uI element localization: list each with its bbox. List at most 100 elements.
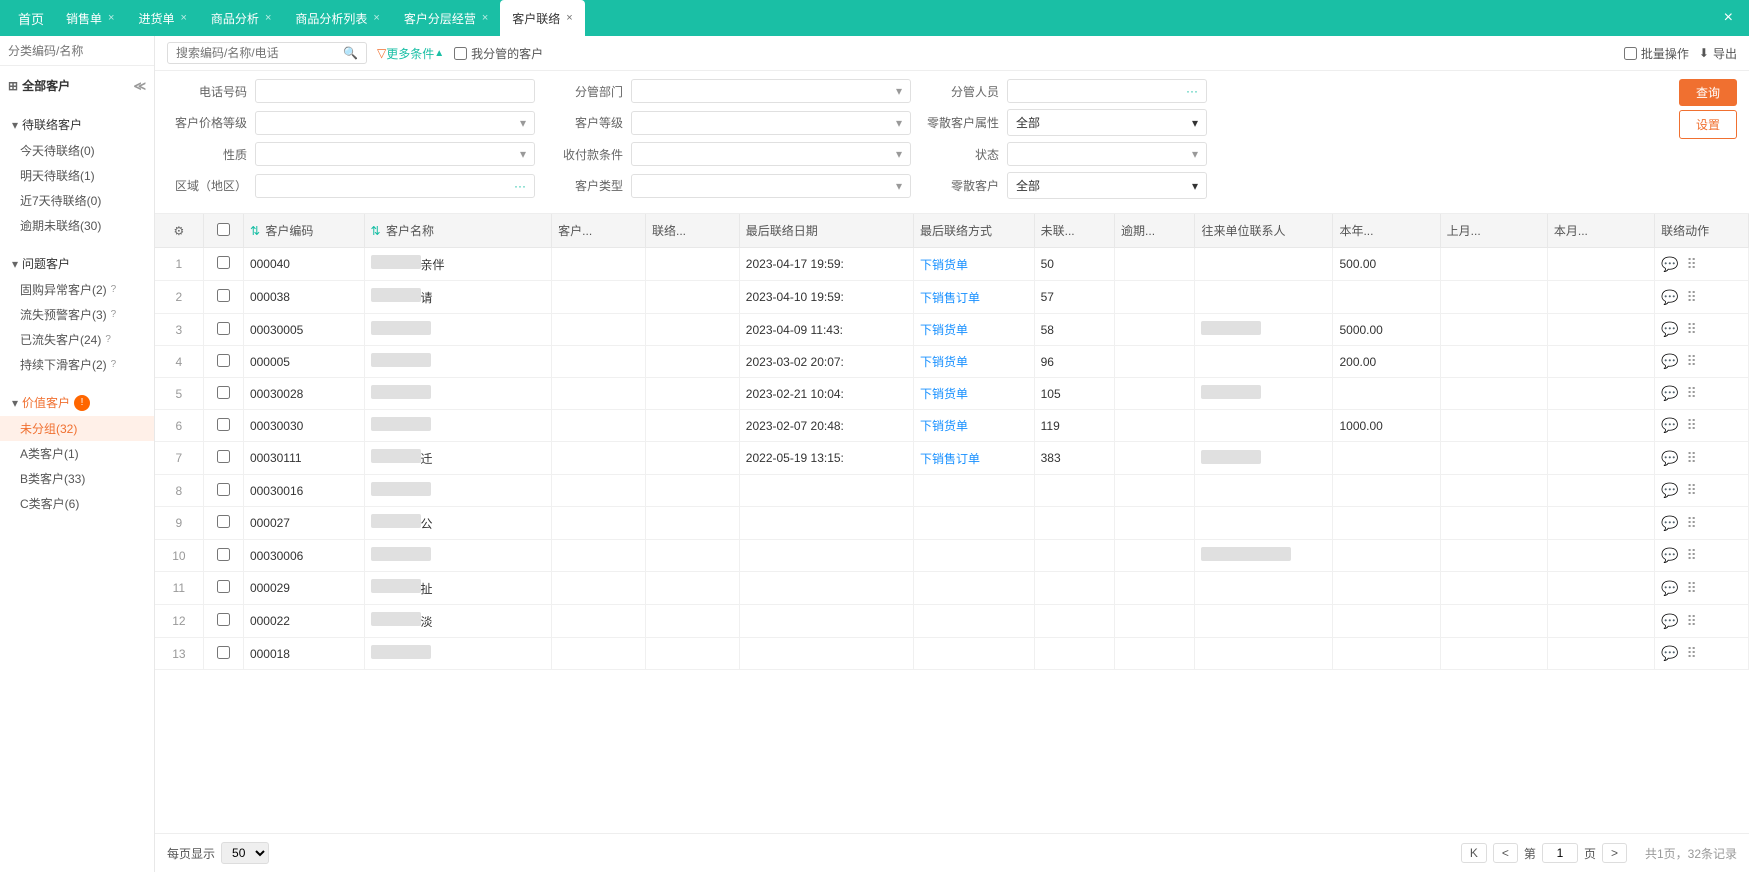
th-overdue[interactable]: 逾期... [1115,214,1195,248]
last-method-link[interactable]: 下销售订单 [920,452,980,466]
th-uncontact[interactable]: 未联... [1034,214,1114,248]
more-actions-icon[interactable]: ⠿ [1687,353,1697,370]
row-checkbox[interactable] [217,256,230,269]
sidebar-class-c[interactable]: C类客户(6) [0,491,154,516]
nav-home[interactable]: 首页 [8,0,54,36]
filter-search-icon[interactable]: 🔍 [343,46,358,60]
row-checkbox[interactable] [217,613,230,626]
sidebar-search-input[interactable] [8,44,155,58]
row-checkbox[interactable] [217,483,230,496]
row-checkbox[interactable] [217,289,230,302]
manager-select[interactable]: ··· [1007,79,1207,103]
more-actions-icon[interactable]: ⠿ [1687,482,1697,499]
sidebar-problem-header[interactable]: ▾ 问题客户 [0,250,154,277]
contact-phone-icon[interactable]: 💬 [1661,515,1678,532]
close-segment-tab-icon[interactable]: × [482,12,488,24]
phone-input[interactable] [255,79,535,103]
row-checkbox[interactable] [217,322,230,335]
th-last-method[interactable]: 最后联络方式 [914,214,1035,248]
close-sales-tab-icon[interactable]: × [108,12,114,24]
status-select[interactable] [1007,142,1207,166]
batch-operation-button[interactable]: 批量操作 [1624,45,1689,62]
th-this-month[interactable]: 本月... [1547,214,1654,248]
gender-select[interactable] [255,142,535,166]
th-customer-name[interactable]: ⇅ 客户名称 [364,214,552,248]
sidebar-pending-header[interactable]: ▾ 待联络客户 [0,111,154,138]
contact-phone-icon[interactable]: 💬 [1661,580,1678,597]
more-actions-icon[interactable]: ⠿ [1687,256,1697,273]
th-contact[interactable]: 联络... [645,214,739,248]
sidebar-all-customers-header[interactable]: ⊞ 全部客户 ≪ [0,72,154,99]
filter-search-input[interactable] [176,46,343,60]
contact-phone-icon[interactable]: 💬 [1661,321,1678,338]
more-actions-icon[interactable]: ⠿ [1687,580,1697,597]
dept-select[interactable] [631,79,911,103]
contact-phone-icon[interactable]: 💬 [1661,385,1678,402]
th-last-date[interactable]: 最后联络日期 [739,214,913,248]
contact-phone-icon[interactable]: 💬 [1661,353,1678,370]
contact-phone-icon[interactable]: 💬 [1661,450,1678,467]
row-checkbox[interactable] [217,580,230,593]
price-level-select[interactable] [255,111,535,135]
next-page-button[interactable]: > [1602,843,1627,863]
more-actions-icon[interactable]: ⠿ [1687,645,1697,662]
select-all-checkbox[interactable] [217,223,230,236]
th-customer-code[interactable]: ⇅ 客户编码 [243,214,364,248]
sidebar-class-a[interactable]: A类客户(1) [0,441,154,466]
more-actions-icon[interactable]: ⠿ [1687,289,1697,306]
my-customers-checkbox[interactable] [454,47,467,60]
row-checkbox[interactable] [217,418,230,431]
contact-phone-icon[interactable]: 💬 [1661,547,1678,564]
th-last-month[interactable]: 上月... [1440,214,1547,248]
row-checkbox[interactable] [217,646,230,659]
batch-op-checkbox[interactable] [1624,47,1637,60]
row-checkbox[interactable] [217,354,230,367]
customer-type-select[interactable] [631,174,911,198]
window-close-button[interactable]: × [1716,9,1741,27]
customer-level-select[interactable] [631,111,911,135]
contact-phone-icon[interactable]: 💬 [1661,482,1678,499]
last-method-link[interactable]: 下销售订单 [920,291,980,305]
nav-tab-product-analysis[interactable]: 商品分析 × [199,0,283,36]
row-checkbox[interactable] [217,515,230,528]
first-page-button[interactable]: K [1461,843,1487,863]
more-actions-icon[interactable]: ⠿ [1687,547,1697,564]
sidebar-overdue-pending[interactable]: 逾期未联络(30) [0,213,154,238]
more-actions-icon[interactable]: ⠿ [1687,450,1697,467]
more-actions-icon[interactable]: ⠿ [1687,385,1697,402]
contact-phone-icon[interactable]: 💬 [1661,417,1678,434]
close-contact-tab-icon[interactable]: × [566,12,572,24]
sidebar-lost-customers[interactable]: 已流失客户(24) ? [0,327,154,352]
page-number-input[interactable] [1542,843,1578,863]
row-checkbox[interactable] [217,450,230,463]
retail-customer-select[interactable]: 全部 [1007,172,1207,199]
row-checkbox[interactable] [217,386,230,399]
nav-tab-customer-contact[interactable]: 客户联络 × [500,0,584,36]
last-method-link[interactable]: 下销货单 [920,419,968,433]
more-actions-icon[interactable]: ⠿ [1687,321,1697,338]
more-actions-icon[interactable]: ⠿ [1687,417,1697,434]
more-actions-icon[interactable]: ⠿ [1687,515,1697,532]
more-conditions-button[interactable]: ▽ 更多条件 ▲ [377,45,444,62]
th-contact-person[interactable]: 往来单位联系人 [1195,214,1333,248]
row-checkbox[interactable] [217,548,230,561]
th-settings[interactable]: ⚙ [155,214,203,248]
sidebar-tomorrow-pending[interactable]: 明天待联络(1) [0,163,154,188]
reset-button[interactable]: 设置 [1679,110,1737,139]
sidebar-value-header[interactable]: ▾ 价值客户 ! [0,389,154,416]
last-method-link[interactable]: 下销货单 [920,355,968,369]
query-button[interactable]: 查询 [1679,79,1737,106]
sidebar-churn-risk[interactable]: 流失预警客户(3) ? [0,302,154,327]
th-customer-type[interactable]: 客户... [552,214,646,248]
sidebar-week-pending[interactable]: 近7天待联络(0) [0,188,154,213]
region-select[interactable]: ··· [255,174,535,198]
last-method-link[interactable]: 下销货单 [920,387,968,401]
export-button[interactable]: ⬇ 导出 [1699,45,1737,62]
sidebar-class-b[interactable]: B类客户(33) [0,466,154,491]
th-this-year[interactable]: 本年... [1333,214,1440,248]
contact-phone-icon[interactable]: 💬 [1661,645,1678,662]
more-actions-icon[interactable]: ⠿ [1687,613,1697,630]
sidebar-ungrouped[interactable]: 未分组(32) [0,416,154,441]
sidebar-today-pending[interactable]: 今天待联络(0) [0,138,154,163]
last-method-link[interactable]: 下销货单 [920,323,968,337]
